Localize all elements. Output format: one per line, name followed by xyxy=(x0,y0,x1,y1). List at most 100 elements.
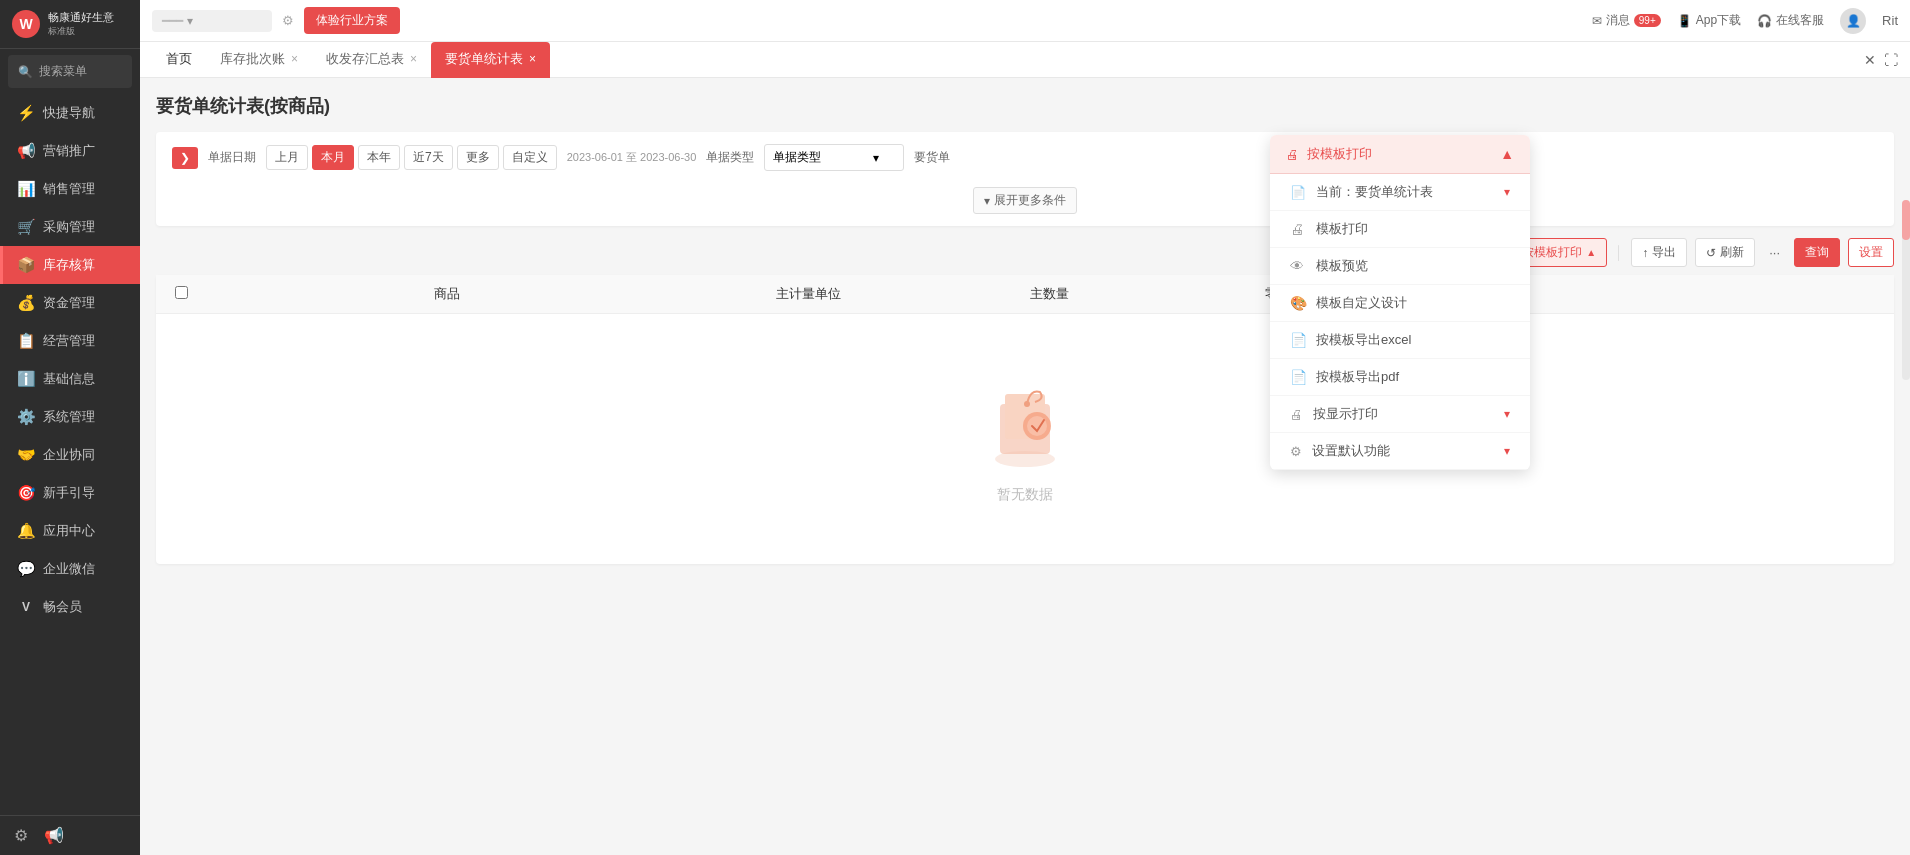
setting-btn[interactable]: 设置 xyxy=(1848,238,1894,267)
tab-close-icon[interactable]: × xyxy=(529,52,536,66)
dropdown-set-default-left: ⚙ 设置默认功能 xyxy=(1290,442,1390,460)
sidebar-item-purchase[interactable]: 🛒 采购管理 xyxy=(0,208,140,246)
scrollbar-thumb[interactable] xyxy=(1902,200,1910,240)
th-unit: 主计量单位 xyxy=(688,285,929,303)
dropdown-item-label: 模板自定义设计 xyxy=(1316,294,1407,312)
main-area: ━━━ ▾ ⚙ 体验行业方案 ✉ 消息 99+ 📱 App下载 🎧 在线客服 👤… xyxy=(140,0,1910,855)
sidebar-item-guide[interactable]: 🎯 新手引导 xyxy=(0,474,140,512)
guide-icon: 🎯 xyxy=(17,484,35,502)
online-service-btn[interactable]: 🎧 在线客服 xyxy=(1757,12,1824,29)
speaker-icon[interactable]: 📢 xyxy=(44,826,64,845)
export-btn[interactable]: ↑ 导出 xyxy=(1631,238,1687,267)
user-avatar[interactable]: 👤 xyxy=(1840,8,1866,34)
tab-collect-total[interactable]: 收发存汇总表 × xyxy=(312,42,431,78)
select-all-checkbox[interactable] xyxy=(175,286,188,299)
expand-btn[interactable]: ▾ 展开更多条件 xyxy=(973,187,1077,214)
tab-close-icon[interactable]: × xyxy=(291,52,298,66)
select-arrow-icon: ▾ xyxy=(873,151,879,165)
dropdown-item-label: 模板预览 xyxy=(1316,257,1368,275)
set-default-arrow: ▾ xyxy=(1504,444,1510,458)
filter-collapse-btn[interactable]: ❯ xyxy=(172,147,198,169)
sidebar-bottom: ⚙ 📢 xyxy=(0,815,140,855)
display-print-icon: 🖨 xyxy=(1290,407,1303,422)
dropdown-collapse-btn[interactable]: ▲ xyxy=(1500,146,1514,162)
tab-home[interactable]: 首页 xyxy=(152,42,206,78)
toolbar-ellipsis[interactable]: ··· xyxy=(1763,241,1786,264)
tab-close-icon[interactable]: × xyxy=(410,52,417,66)
dropdown-print-icon: 🖨 xyxy=(1286,147,1299,162)
dropdown-item-template-print[interactable]: 🖨 模板打印 xyxy=(1270,211,1530,248)
dropdown-item-export-excel[interactable]: 📄 按模板导出excel xyxy=(1270,322,1530,359)
table-card: 商品 主计量单位 主数量 零售金额 暂无数据 xyxy=(156,275,1894,564)
filter-card: ❯ 单据日期 上月 本月 本年 近7天 更多 自定义 2023-06-01 至 … xyxy=(156,132,1894,226)
date-btn-this-year[interactable]: 本年 xyxy=(358,145,400,170)
inventory-icon: 📦 xyxy=(17,256,35,274)
dropdown-item-template-preview[interactable]: 👁 模板预览 xyxy=(1270,248,1530,285)
export-label: 导出 xyxy=(1652,244,1676,261)
sidebar-item-apps[interactable]: 🔔 应用中心 xyxy=(0,512,140,550)
sidebar-item-corp[interactable]: 🤝 企业协同 xyxy=(0,436,140,474)
scrollbar[interactable] xyxy=(1902,200,1910,380)
topbar-settings-icon[interactable]: ⚙ xyxy=(282,13,294,28)
dropdown-current[interactable]: 📄 当前：要货单统计表 ▾ xyxy=(1270,174,1530,211)
print-arrow-icon: ▲ xyxy=(1586,247,1596,258)
export-icon: ↑ xyxy=(1642,246,1648,260)
base-icon: ℹ️ xyxy=(17,370,35,388)
sidebar-item-system[interactable]: ⚙️ 系统管理 xyxy=(0,398,140,436)
date-btn-last-month[interactable]: 上月 xyxy=(266,145,308,170)
tab-label: 收发存汇总表 xyxy=(326,50,404,68)
dropdown-item-label: 按模板导出excel xyxy=(1316,331,1411,349)
message-btn[interactable]: ✉ 消息 99+ xyxy=(1592,12,1661,29)
template-design-icon: 🎨 xyxy=(1290,295,1306,311)
nav-label: 企业微信 xyxy=(43,560,95,578)
date-btn-custom[interactable]: 自定义 xyxy=(503,145,557,170)
content-area: 要货单统计表(按商品) ❯ 单据日期 上月 本月 本年 近7天 更多 自定义 2… xyxy=(140,78,1910,855)
sidebar-item-sales[interactable]: 📊 销售管理 xyxy=(0,170,140,208)
date-btn-7days[interactable]: 近7天 xyxy=(404,145,453,170)
tab-label: 要货单统计表 xyxy=(445,50,523,68)
app-download-btn[interactable]: 📱 App下载 xyxy=(1677,12,1741,29)
nav-label: 采购管理 xyxy=(43,218,95,236)
th-product: 商品 xyxy=(206,285,688,303)
sidebar-item-wechat[interactable]: 💬 企业微信 xyxy=(0,550,140,588)
query-btn[interactable]: 查询 xyxy=(1794,238,1840,267)
print-label: 按模板打印 xyxy=(1522,244,1582,261)
nav-label: 系统管理 xyxy=(43,408,95,426)
tab-close-all-icon[interactable]: ✕ xyxy=(1864,52,1876,68)
tab-inventory-batch[interactable]: 库存批次账 × xyxy=(206,42,312,78)
th-quantity: 主数量 xyxy=(929,285,1170,303)
tab-goods-stat[interactable]: 要货单统计表 × xyxy=(431,42,550,78)
date-btn-this-month[interactable]: 本月 xyxy=(312,145,354,170)
sidebar-item-finance[interactable]: 💰 资金管理 xyxy=(0,284,140,322)
system-icon: ⚙️ xyxy=(17,408,35,426)
sidebar-item-operations[interactable]: 📋 经营管理 xyxy=(0,322,140,360)
sidebar-item-quick-nav[interactable]: ⚡ 快捷导航 xyxy=(0,94,140,132)
tab-maximize-icon[interactable]: ⛶ xyxy=(1884,52,1898,68)
dropdown-title-area: 🖨 按模板打印 xyxy=(1286,145,1372,163)
dropdown-item-export-pdf[interactable]: 📄 按模板导出pdf xyxy=(1270,359,1530,396)
date-btn-more[interactable]: 更多 xyxy=(457,145,499,170)
sidebar-item-marketing[interactable]: 📢 营销推广 xyxy=(0,132,140,170)
refresh-icon: ↺ xyxy=(1706,246,1716,260)
type-select[interactable]: 单据类型 ▾ xyxy=(764,144,904,171)
dropdown-item-template-design[interactable]: 🎨 模板自定义设计 xyxy=(1270,285,1530,322)
sidebar-item-member[interactable]: V 畅会员 xyxy=(0,588,140,626)
online-service-label: 在线客服 xyxy=(1776,12,1824,29)
export-pdf-icon: 📄 xyxy=(1290,369,1306,385)
trial-btn[interactable]: 体验行业方案 xyxy=(304,7,400,34)
sales-icon: 📊 xyxy=(17,180,35,198)
settings-icon[interactable]: ⚙ xyxy=(14,826,28,845)
dropdown-display-print[interactable]: 🖨 按显示打印 ▾ xyxy=(1270,396,1530,433)
topbar-search[interactable]: ━━━ ▾ xyxy=(152,10,272,32)
sidebar-item-base[interactable]: ℹ️ 基础信息 xyxy=(0,360,140,398)
refresh-btn[interactable]: ↺ 刷新 xyxy=(1695,238,1755,267)
quick-nav-icon: ⚡ xyxy=(17,104,35,122)
sidebar-search[interactable]: 🔍 搜索菜单 xyxy=(8,55,132,88)
print-dropdown: 🖨 按模板打印 ▲ 📄 当前：要货单统计表 ▾ 🖨 模板打印 👁 模板预览 🎨 … xyxy=(1270,135,1530,470)
dropdown-current-arrow: ▾ xyxy=(1504,185,1510,199)
empty-state: 暂无数据 xyxy=(156,314,1894,564)
dropdown-set-default[interactable]: ⚙ 设置默认功能 ▾ xyxy=(1270,433,1530,470)
set-default-icon: ⚙ xyxy=(1290,444,1302,459)
sidebar-item-inventory[interactable]: 📦 库存核算 xyxy=(0,246,140,284)
empty-icon xyxy=(975,374,1075,474)
